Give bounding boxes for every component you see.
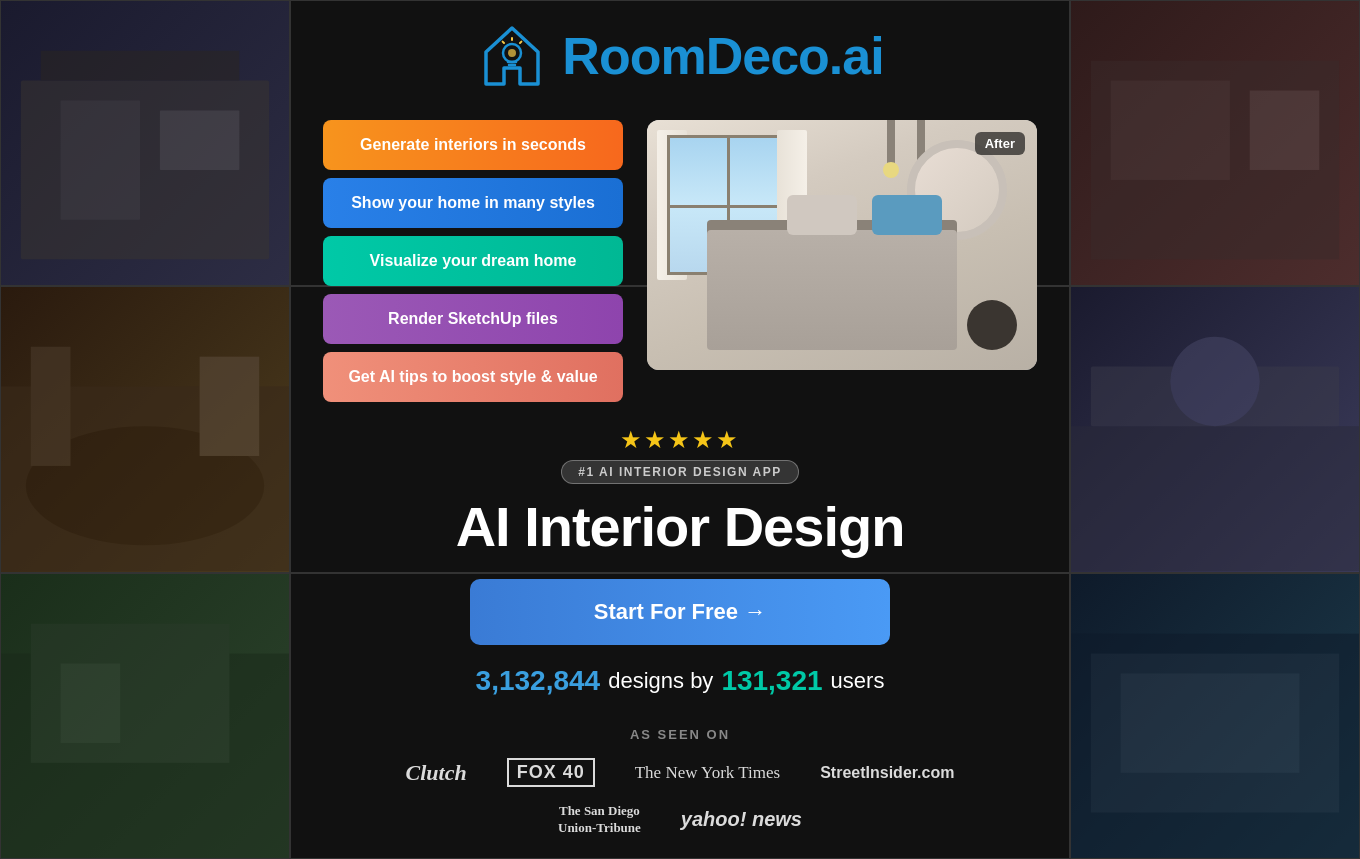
- feature-buttons-list: Generate interiors in seconds Show your …: [323, 120, 623, 402]
- users-count: 131,321: [721, 665, 822, 697]
- users-label: users: [831, 668, 885, 694]
- ratings-area: ★★★★★ #1 AI INTERIOR DESIGN APP: [561, 426, 798, 484]
- btn-render[interactable]: Render SketchUp files: [323, 294, 623, 344]
- designs-label: designs by: [608, 668, 713, 694]
- press-clutch: Clutch: [406, 760, 467, 786]
- press-uniontrib: The San DiegoUnion-Tribune: [558, 803, 641, 837]
- app-badge: #1 AI INTERIOR DESIGN APP: [561, 460, 798, 484]
- press-streetinsider: StreetInsider.com: [820, 764, 954, 782]
- as-seen-label: AS SEEN ON: [630, 727, 730, 742]
- star-rating: ★★★★★: [620, 426, 740, 454]
- hero-row: Generate interiors in seconds Show your …: [323, 120, 1037, 402]
- main-headline: AI Interior Design: [456, 494, 905, 559]
- svg-line-22: [520, 42, 521, 43]
- as-seen-on-section: AS SEEN ON Clutch FOX 40 The New York Ti…: [406, 727, 955, 837]
- btn-visualize[interactable]: Visualize your dream home: [323, 236, 623, 286]
- cta-start-button[interactable]: Start For Free →: [470, 579, 890, 645]
- sim-side-table: [967, 300, 1017, 350]
- bedroom-simulation: [647, 120, 1037, 370]
- btn-tips[interactable]: Get AI tips to boost style & value: [323, 352, 623, 402]
- btn-show[interactable]: Show your home in many styles: [323, 178, 623, 228]
- main-content: RoomDeco.ai Generate interiors in second…: [0, 0, 1360, 857]
- press-nyt: The New York Times: [635, 763, 780, 783]
- svg-point-24: [508, 49, 516, 57]
- after-badge: After: [975, 132, 1025, 155]
- svg-line-23: [503, 42, 504, 43]
- press-fox40: FOX 40: [507, 758, 595, 787]
- sim-bed: [707, 230, 957, 350]
- btn-generate[interactable]: Generate interiors in seconds: [323, 120, 623, 170]
- sim-pillow-left: [787, 195, 857, 235]
- designs-count: 3,132,844: [476, 665, 601, 697]
- sim-pillow-right: [872, 195, 942, 235]
- preview-image: After: [647, 120, 1037, 370]
- house-lightbulb-icon: [476, 20, 548, 92]
- logo-text: RoomDeco.ai: [562, 26, 883, 86]
- sim-pendant-1: [887, 120, 895, 170]
- press-yahoo: yahoo! news: [681, 808, 802, 831]
- logo-area: RoomDeco.ai: [476, 20, 883, 92]
- press-logos-row2: The San DiegoUnion-Tribune yahoo! news: [558, 803, 802, 837]
- stats-row: 3,132,844 designs by 131,321 users: [476, 665, 885, 697]
- sim-pendant-bulb-1: [883, 162, 899, 178]
- press-logos-row1: Clutch FOX 40 The New York Times StreetI…: [406, 758, 955, 787]
